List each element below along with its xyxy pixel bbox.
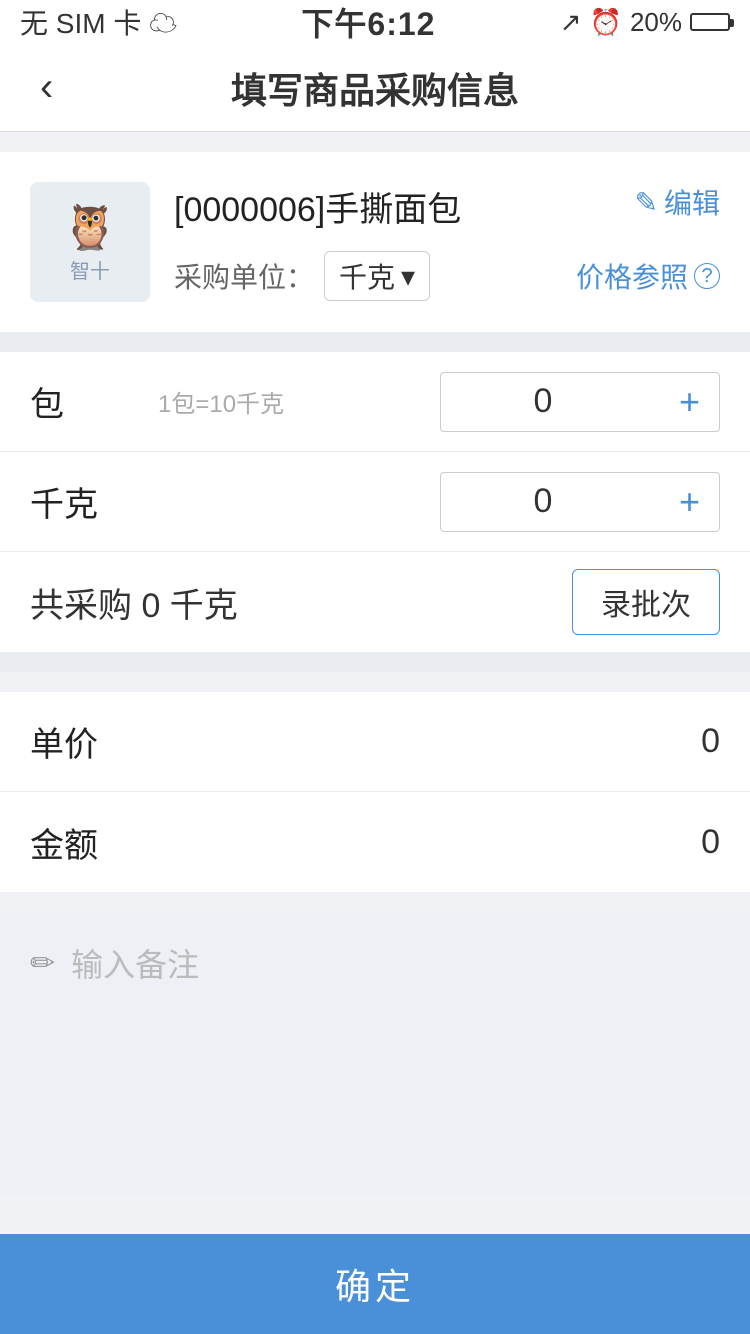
nav-bar: ‹ 填写商品采购信息	[0, 44, 750, 132]
batch-button[interactable]: 录批次	[572, 569, 720, 635]
bao-plus-button[interactable]: +	[660, 372, 720, 432]
bao-label: 包	[30, 377, 150, 426]
product-owl-icon: 🦉	[63, 201, 118, 253]
product-brand: 智十	[70, 255, 110, 284]
product-card: 🦉 智十 [0000006]手撕面包 ✎ 编辑 采购单位： 千克 ▾ 价格参照 …	[0, 152, 750, 332]
unit-select[interactable]: 千克 ▾	[324, 251, 430, 301]
pencil-icon: ✏	[30, 946, 55, 981]
unit-price-row: 单价 0	[0, 692, 750, 792]
product-info: [0000006]手撕面包 ✎ 编辑 采购单位： 千克 ▾ 价格参照 ?	[174, 182, 720, 301]
price-section: 单价 0 金额 0	[0, 692, 750, 892]
status-time: 下午6:12	[301, 0, 435, 45]
divider-1	[0, 332, 750, 352]
dropdown-arrow-icon: ▾	[401, 260, 415, 293]
status-left: 无 SIM 卡 ☁	[20, 2, 177, 42]
product-name: [0000006]手撕面包	[174, 182, 461, 231]
status-bar: 无 SIM 卡 ☁ 下午6:12 ↗ ⏰ 20%	[0, 0, 750, 44]
kg-plus-button[interactable]: +	[660, 472, 720, 532]
bao-row: 包 1包=10千克 +	[0, 352, 750, 452]
quantity-section: 包 1包=10千克 + 千克 +	[0, 352, 750, 552]
confirm-button[interactable]: 确定	[335, 1258, 415, 1310]
unit-price-label: 单价	[30, 717, 98, 766]
status-right: ↗ ⏰ 20%	[560, 7, 730, 38]
amount-value: 0	[701, 823, 720, 862]
kg-input[interactable]	[440, 472, 660, 532]
product-image: 🦉 智十	[30, 182, 150, 302]
remark-section[interactable]: ✏ 输入备注	[0, 912, 750, 1014]
bao-sublabel: 1包=10千克	[158, 384, 284, 419]
unit-price-value: 0	[701, 722, 720, 761]
unit-value: 千克	[339, 256, 395, 296]
kg-row: 千克 +	[0, 452, 750, 552]
back-button[interactable]: ‹	[30, 55, 63, 120]
unit-label: 采购单位：	[174, 256, 314, 296]
location-icon: ↗	[560, 7, 582, 38]
summary-text: 共采购 0 千克	[30, 578, 238, 627]
amount-row: 金额 0	[0, 792, 750, 892]
edit-icon: ✎	[635, 186, 658, 219]
kg-label: 千克	[30, 477, 150, 526]
price-reference-button[interactable]: 价格参照 ?	[576, 256, 720, 296]
battery-icon	[690, 13, 730, 31]
amount-label: 金额	[30, 818, 98, 867]
divider-2	[0, 652, 750, 672]
remark-placeholder: 输入备注	[71, 940, 199, 986]
confirm-bar[interactable]: 确定	[0, 1234, 750, 1334]
page-title: 填写商品采购信息	[231, 62, 519, 114]
alarm-icon: ⏰	[590, 7, 622, 38]
bottom-space	[0, 1014, 750, 1194]
edit-button[interactable]: ✎ 编辑	[635, 182, 720, 222]
bao-input[interactable]	[440, 372, 660, 432]
summary-row: 共采购 0 千克 录批次	[0, 552, 750, 652]
no-sim-label: 无 SIM 卡 ☁	[20, 2, 177, 42]
battery-percent: 20%	[630, 7, 682, 38]
info-icon: ?	[694, 263, 720, 289]
